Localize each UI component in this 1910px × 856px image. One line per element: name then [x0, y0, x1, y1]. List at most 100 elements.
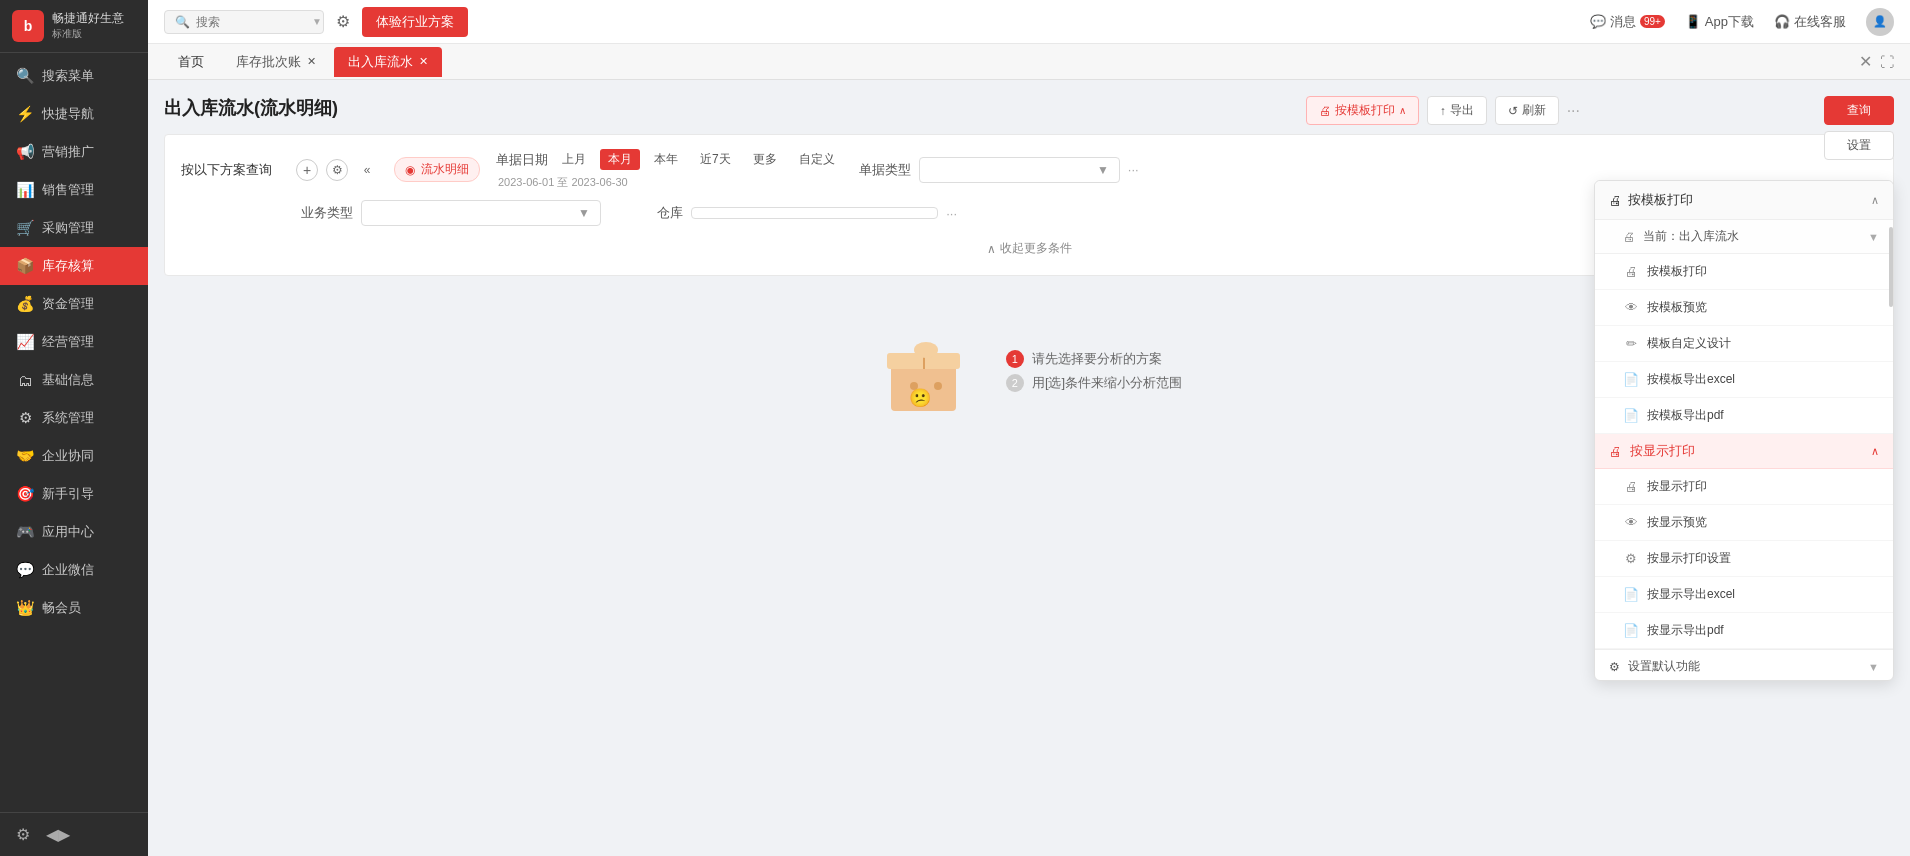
dropdown-section-display[interactable]: 🖨 按显示打印 ∧	[1595, 434, 1893, 469]
footer-settings-icon[interactable]: ⚙	[16, 825, 30, 844]
display-excel-icon: 📄	[1623, 587, 1639, 602]
user-avatar[interactable]: 👤	[1866, 8, 1894, 36]
sidebar-nav: 🔍 搜索菜单 ⚡ 快捷导航 📢 营销推广 📊 销售管理 🛒 采购管理 📦 库存核…	[0, 53, 148, 812]
box-svg: 😕	[876, 326, 976, 416]
dropdown-item-template-preview[interactable]: 👁 按模板预览	[1595, 290, 1893, 326]
industry-btn[interactable]: 体验行业方案	[362, 7, 468, 37]
sidebar-item-marketing[interactable]: 📢 营销推广	[0, 133, 148, 171]
dropdown-item-display-settings[interactable]: ⚙ 按显示打印设置	[1595, 541, 1893, 577]
dropdown-current-item[interactable]: 🖨 当前：出入库流水 ▼	[1595, 220, 1893, 254]
sidebar-item-member[interactable]: 👑 畅会员	[0, 589, 148, 627]
filter-add-button[interactable]: +	[296, 159, 318, 181]
cooperation-icon: 🤝	[16, 447, 34, 465]
filter-collapse-button[interactable]: «	[356, 159, 378, 181]
sidebar-item-system[interactable]: ⚙ 系统管理	[0, 399, 148, 437]
tab-batch[interactable]: 库存批次账 ✕	[222, 47, 330, 77]
page-content-area: 出入库流水(流水明细) 按以下方案查询 + ⚙ « ◉ 流水明细	[148, 80, 1910, 856]
topbar-right: 💬 消息 99+ 📱 App下载 🎧 在线客服 👤	[1590, 8, 1894, 36]
date-option-lastmonth[interactable]: 上月	[554, 149, 594, 170]
tab-flowdetail[interactable]: 出入库流水 ✕	[334, 47, 442, 77]
biz-type-field: 业务类型 ▼	[301, 200, 601, 226]
tab-close-all-icon[interactable]: ✕	[1859, 52, 1872, 71]
sidebar-item-purchase[interactable]: 🛒 采购管理	[0, 209, 148, 247]
dropdown-expand-icon[interactable]: ∧	[1871, 194, 1879, 207]
query-button[interactable]: 查询	[1824, 96, 1894, 125]
guide-icon: 🎯	[16, 485, 34, 503]
tab-expand-icon[interactable]: ⛶	[1880, 54, 1894, 70]
date-option-custom[interactable]: 自定义	[791, 149, 843, 170]
sidebar: b 畅捷通好生意 标准版 🔍 搜索菜单 ⚡ 快捷导航 📢 营销推广 📊 销售管理…	[0, 0, 148, 856]
more-actions-icon[interactable]: ···	[1567, 102, 1580, 120]
dropdown-scroll: 🖨 当前：出入库流水 ▼ 🖨 按模板打印 👁 按模板预览 ✏ 模板自定义设计	[1595, 220, 1893, 680]
date-range-text: 2023-06-01 至 2023-06-30	[496, 174, 843, 190]
print-template-button[interactable]: 🖨 按模板打印 ∧	[1306, 96, 1419, 125]
notifications-btn[interactable]: 💬 消息 99+	[1590, 13, 1665, 31]
sidebar-item-inventory[interactable]: 📦 库存核算	[0, 247, 148, 285]
warehouse-select[interactable]	[691, 207, 938, 219]
hint-num-1: 1	[1006, 350, 1024, 368]
chevron-up-small-icon: ∧	[1399, 105, 1406, 116]
sidebar-item-shortcut[interactable]: ⚡ 快捷导航	[0, 95, 148, 133]
dropdown-item-template-custom[interactable]: ✏ 模板自定义设计	[1595, 326, 1893, 362]
dropdown-footer[interactable]: ⚙ 设置默认功能 ▼	[1595, 649, 1893, 680]
sidebar-item-cooperation[interactable]: 🤝 企业协同	[0, 437, 148, 475]
hint-text-1: 请先选择要分析的方案	[1032, 350, 1162, 368]
sidebar-item-search[interactable]: 🔍 搜索菜单	[0, 57, 148, 95]
bell-icon: 💬	[1590, 14, 1606, 29]
dropdown-header-actions: ∧	[1871, 194, 1879, 207]
date-option-thisyear[interactable]: 本年	[646, 149, 686, 170]
refresh-button[interactable]: ↺ 刷新	[1495, 96, 1559, 125]
export-button[interactable]: ↑ 导出	[1427, 96, 1487, 125]
footer-settings-icon: ⚙	[1609, 660, 1620, 674]
template-print-icon: 🖨	[1623, 264, 1639, 279]
warehouse-more-icon[interactable]: ···	[946, 206, 957, 221]
svg-point-3	[914, 342, 938, 358]
filter-setting-button[interactable]: ⚙	[326, 159, 348, 181]
empty-illustration: 😕	[876, 326, 976, 416]
date-option-7days[interactable]: 近7天	[692, 149, 739, 170]
app-name-block: 畅捷通好生意 标准版	[52, 11, 124, 41]
dropdown-item-display-preview[interactable]: 👁 按显示预览	[1595, 505, 1893, 541]
tab-home-label: 首页	[178, 53, 204, 71]
settings-button[interactable]: 设置	[1824, 131, 1894, 160]
current-label: 当前：出入库流水	[1643, 228, 1739, 245]
sidebar-item-operations[interactable]: 📈 经营管理	[0, 323, 148, 361]
sidebar-item-finance[interactable]: 💰 资金管理	[0, 285, 148, 323]
sidebar-item-label: 销售管理	[42, 181, 94, 199]
footer-collapse-icon[interactable]: ◀▶	[46, 825, 70, 844]
dropdown-title: 🖨 按模板打印	[1609, 191, 1693, 209]
type-select[interactable]: ▼	[919, 157, 1120, 183]
gear-icon[interactable]: ⚙	[336, 12, 350, 31]
dropdown-item-template-print[interactable]: 🖨 按模板打印	[1595, 254, 1893, 290]
date-option-thismonth[interactable]: 本月	[600, 149, 640, 170]
sidebar-item-wechat[interactable]: 💬 企业微信	[0, 551, 148, 589]
dropdown-item-template-excel[interactable]: 📄 按模板导出excel	[1595, 362, 1893, 398]
sidebar-item-sales[interactable]: 📊 销售管理	[0, 171, 148, 209]
dropdown-item-display-print[interactable]: 🖨 按显示打印	[1595, 469, 1893, 505]
tab-home[interactable]: 首页	[164, 47, 218, 77]
topbar-search-box[interactable]: 🔍 ▼	[164, 10, 324, 34]
sidebar-item-guide[interactable]: 🎯 新手引导	[0, 475, 148, 513]
template-preview-label: 按模板预览	[1647, 299, 1707, 316]
tab-flowdetail-close-icon[interactable]: ✕	[419, 55, 428, 68]
tab-batch-close-icon[interactable]: ✕	[307, 55, 316, 68]
search-icon: 🔍	[175, 15, 190, 29]
notifications-label: 消息	[1610, 13, 1636, 31]
type-dropdown-icon: ▼	[1097, 163, 1109, 177]
dropdown-item-display-excel[interactable]: 📄 按显示导出excel	[1595, 577, 1893, 613]
active-filter-tag[interactable]: ◉ 流水明细	[394, 157, 480, 182]
page-top-actions: 🖨 按模板打印 ∧ ↑ 导出 ↺ 刷新 ···	[1306, 96, 1580, 125]
biz-type-select[interactable]: ▼	[361, 200, 601, 226]
date-option-more[interactable]: 更多	[745, 149, 785, 170]
search-input[interactable]	[196, 15, 306, 29]
dropdown-item-display-pdf[interactable]: 📄 按显示导出pdf	[1595, 613, 1893, 649]
filter-actions: + ⚙ «	[296, 159, 378, 181]
app-download-btn[interactable]: 📱 App下载	[1685, 13, 1754, 31]
app-badge: 标准版	[52, 27, 124, 41]
sidebar-item-apps[interactable]: 🎮 应用中心	[0, 513, 148, 551]
type-more-icon[interactable]: ···	[1128, 162, 1139, 177]
sidebar-item-basic[interactable]: 🗂 基础信息	[0, 361, 148, 399]
online-service-btn[interactable]: 🎧 在线客服	[1774, 13, 1846, 31]
collapse-button[interactable]: ∧ 收起更多条件	[977, 236, 1082, 261]
dropdown-item-template-pdf[interactable]: 📄 按模板导出pdf	[1595, 398, 1893, 434]
